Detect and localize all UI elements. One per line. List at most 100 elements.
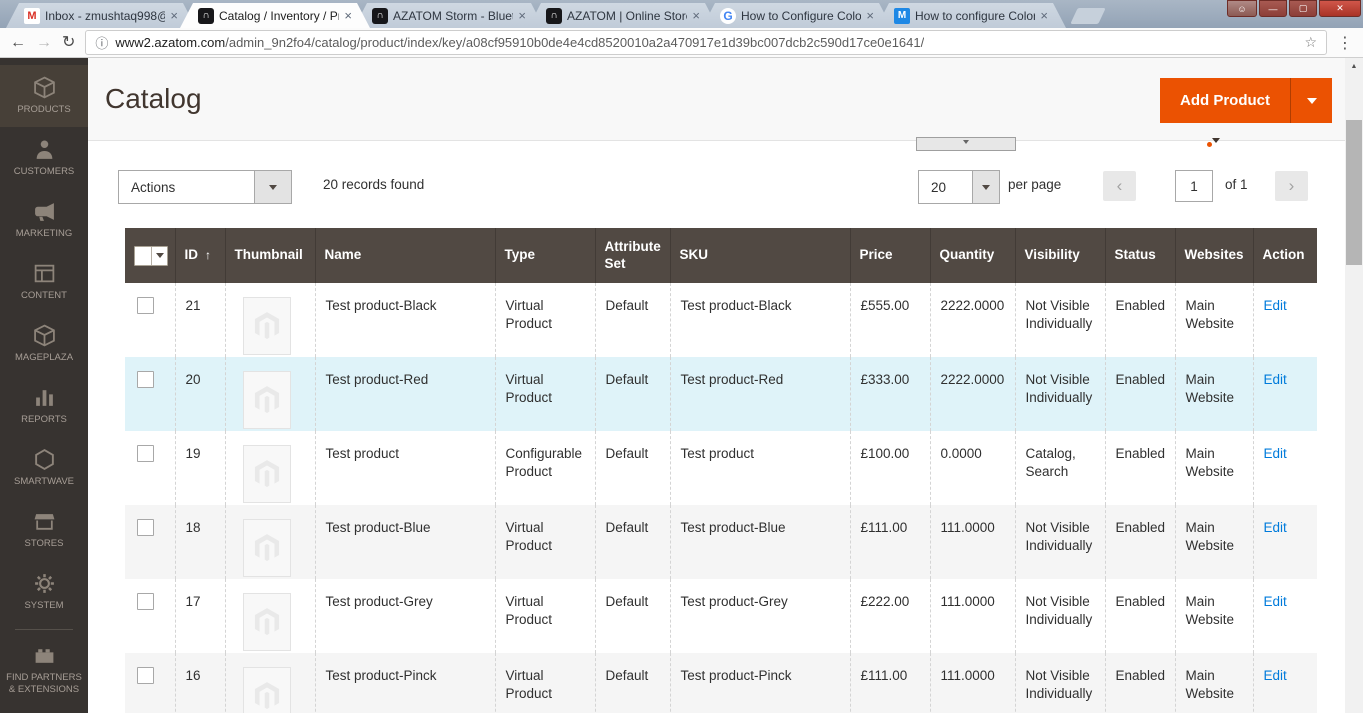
- window-profile-button[interactable]: ☺: [1227, 0, 1257, 17]
- sidebar-item-customers[interactable]: CUSTOMERS: [0, 127, 88, 189]
- sidebar-item-stores[interactable]: STORES: [0, 499, 88, 561]
- col-header-sku[interactable]: SKU: [670, 228, 851, 283]
- sidebar-item-system[interactable]: SYSTEM: [0, 561, 88, 623]
- window-minimize-button[interactable]: —: [1259, 0, 1287, 17]
- page-number-input[interactable]: [1175, 170, 1213, 202]
- browser-tab[interactable]: M Inbox - zmushtaq998@g ×: [6, 3, 196, 28]
- new-tab-button[interactable]: [1070, 8, 1106, 24]
- add-product-button[interactable]: Add Product: [1160, 78, 1332, 123]
- row-checkbox[interactable]: [137, 371, 154, 388]
- cell-thumbnail: [224, 505, 315, 579]
- col-header-visibility[interactable]: Visibility: [1015, 228, 1106, 283]
- row-checkbox[interactable]: [137, 445, 154, 462]
- product-row-19[interactable]: 19 Test product Configurable Product Def…: [125, 431, 1317, 505]
- col-header-thumbnail[interactable]: Thumbnail: [225, 228, 316, 283]
- browser-tab[interactable]: ∩ AZATOM Storm - Blueto ×: [354, 3, 544, 28]
- cell-websites: Main Website: [1174, 283, 1253, 357]
- next-page-button[interactable]: ›: [1275, 171, 1308, 201]
- select-all-control[interactable]: [134, 245, 168, 266]
- col-header-id[interactable]: ID ↑: [175, 228, 226, 283]
- product-thumbnail: [242, 593, 291, 651]
- cell-thumbnail: [224, 579, 315, 653]
- col-header-status[interactable]: Status: [1105, 228, 1176, 283]
- refresh-icon[interactable]: ↻: [62, 34, 75, 51]
- browser-tab[interactable]: ∩ AZATOM | Online Store ×: [528, 3, 718, 28]
- back-icon[interactable]: ←: [10, 34, 26, 51]
- tab-close-icon[interactable]: ×: [1040, 9, 1048, 22]
- edit-link[interactable]: Edit: [1264, 372, 1287, 387]
- select-all-checkbox[interactable]: [135, 246, 152, 265]
- bookmark-star-icon[interactable]: ☆: [1304, 34, 1317, 51]
- browser-tab[interactable]: G How to Configure Color ×: [702, 3, 892, 28]
- tab-close-icon[interactable]: ×: [692, 9, 700, 22]
- browser-scrollbar[interactable]: ▲: [1345, 58, 1363, 713]
- col-header-name[interactable]: Name: [315, 228, 496, 283]
- browser-tab[interactable]: ∩ Catalog / Inventory / Pro ×: [180, 3, 370, 28]
- sidebar-item-icon: [33, 644, 56, 667]
- sidebar-item-products[interactable]: PRODUCTS: [0, 65, 88, 127]
- edit-link[interactable]: Edit: [1264, 594, 1287, 609]
- tab-close-icon[interactable]: ×: [866, 9, 874, 22]
- row-select-cell: [125, 653, 175, 713]
- row-checkbox[interactable]: [137, 593, 154, 610]
- col-header-type[interactable]: Type: [495, 228, 596, 283]
- per-page-dropdown[interactable]: 20: [918, 170, 1000, 204]
- product-row-16[interactable]: 16 Test product-Pinck Virtual Product De…: [125, 653, 1317, 713]
- prev-page-button[interactable]: ‹: [1103, 171, 1136, 201]
- actions-dropdown[interactable]: Actions: [118, 170, 292, 204]
- row-checkbox[interactable]: [137, 297, 154, 314]
- url-bar[interactable]: ⓘ www2.azatom.com/admin_9n2fo4/catalog/p…: [85, 30, 1327, 55]
- tab-favicon: G: [720, 8, 736, 24]
- sidebar-item-find-partners-extensions[interactable]: FIND PARTNERS & EXTENSIONS: [0, 623, 88, 705]
- sidebar-item-marketing[interactable]: MARKETING: [0, 189, 88, 251]
- cell-price: £111.00: [849, 653, 930, 713]
- col-header-action[interactable]: Action: [1253, 228, 1317, 283]
- scrollbar-up-icon[interactable]: ▲: [1345, 58, 1363, 74]
- browser-menu-icon[interactable]: ⋮: [1337, 33, 1353, 53]
- sidebar-item-label: MARKETING: [15, 228, 73, 240]
- edit-link[interactable]: Edit: [1264, 446, 1287, 461]
- sidebar-item-content[interactable]: CONTENT: [0, 251, 88, 313]
- columns-control-partial[interactable]: [1207, 136, 1225, 149]
- product-row-18[interactable]: 18 Test product-Blue Virtual Product Def…: [125, 505, 1317, 579]
- col-header-quantity[interactable]: Quantity: [930, 228, 1016, 283]
- tab-close-icon[interactable]: ×: [344, 9, 352, 22]
- cell-id: 18: [174, 505, 225, 579]
- col-header-attribute-set[interactable]: Attribute Set: [595, 228, 671, 283]
- select-all-header[interactable]: [125, 228, 176, 283]
- window-close-button[interactable]: ✕: [1319, 0, 1361, 17]
- add-product-dropdown[interactable]: [1290, 78, 1332, 123]
- product-row-20[interactable]: 20 Test product-Red Virtual Product Defa…: [125, 357, 1317, 431]
- tab-close-icon[interactable]: ×: [518, 9, 526, 22]
- tab-close-icon[interactable]: ×: [170, 9, 178, 22]
- scrollbar-thumb[interactable]: [1346, 120, 1362, 265]
- col-header-price[interactable]: Price: [850, 228, 931, 283]
- sidebar-item-smartwave[interactable]: SMARTWAVE: [0, 437, 88, 499]
- per-page-label: per page: [1008, 177, 1062, 192]
- cell-visibility: Not Visible Individually: [1014, 579, 1105, 653]
- row-checkbox[interactable]: [137, 519, 154, 536]
- info-icon[interactable]: ⓘ: [95, 33, 108, 52]
- col-header-websites[interactable]: Websites: [1175, 228, 1254, 283]
- sidebar-item-reports[interactable]: REPORTS: [0, 375, 88, 437]
- select-all-caret-icon[interactable]: [152, 247, 167, 265]
- cell-price: £555.00: [849, 283, 930, 357]
- cell-action: Edit: [1252, 357, 1317, 431]
- edit-link[interactable]: Edit: [1264, 298, 1287, 313]
- admin-sidebar: PRODUCTS CUSTOMERS MARKETING CONTENT MAG…: [0, 58, 88, 713]
- sidebar-item-partial[interactable]: [0, 705, 88, 713]
- window-maximize-button[interactable]: ▢: [1289, 0, 1317, 17]
- edit-link[interactable]: Edit: [1264, 520, 1287, 535]
- product-row-21[interactable]: 21 Test product-Black Virtual Product De…: [125, 283, 1317, 357]
- product-row-17[interactable]: 17 Test product-Grey Virtual Product Def…: [125, 579, 1317, 653]
- cell-price: £111.00: [849, 505, 930, 579]
- edit-link[interactable]: Edit: [1264, 668, 1287, 683]
- partial-control[interactable]: [916, 137, 1016, 151]
- magento-placeholder-icon: [254, 386, 279, 413]
- cell-quantity: 0.0000: [929, 431, 1015, 505]
- browser-tab[interactable]: M How to configure Color S ×: [876, 3, 1066, 28]
- row-checkbox[interactable]: [137, 667, 154, 684]
- forward-icon[interactable]: →: [36, 34, 52, 51]
- sidebar-item-mageplaza[interactable]: MAGEPLAZA: [0, 313, 88, 375]
- cell-status: Enabled: [1104, 653, 1175, 713]
